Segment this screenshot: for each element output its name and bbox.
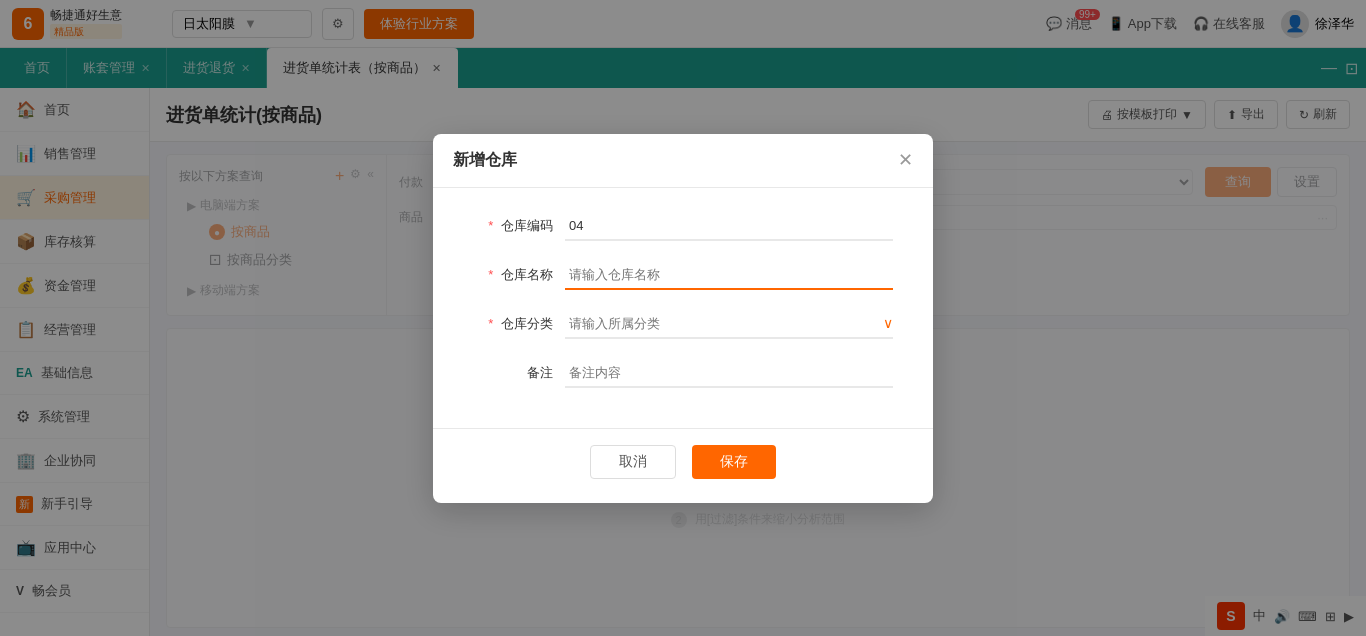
category-input[interactable] [565,310,883,337]
name-label: * 仓库名称 [473,266,553,284]
code-label: * 仓库编码 [473,217,553,235]
form-row-note: 备注 [473,359,893,388]
required-star-3: * [488,316,493,331]
new-warehouse-dialog: 新增仓库 ✕ * 仓库编码 * 仓库名称 [433,134,933,503]
cancel-button[interactable]: 取消 [590,445,676,479]
code-input[interactable] [565,212,893,241]
dialog-body: * 仓库编码 * 仓库名称 * 仓库分类 [433,188,933,424]
form-row-category: * 仓库分类 ∨ [473,310,893,339]
dialog-header: 新增仓库 ✕ [433,134,933,188]
dialog-title: 新增仓库 [453,150,517,171]
dialog-footer: 取消 保存 [433,428,933,503]
dialog-overlay: 新增仓库 ✕ * 仓库编码 * 仓库名称 [0,0,1366,636]
required-star: * [488,218,493,233]
note-label: 备注 [473,364,553,382]
category-select-wrap: ∨ [565,310,893,339]
category-label: * 仓库分类 [473,315,553,333]
save-button[interactable]: 保存 [692,445,776,479]
name-input[interactable] [565,261,893,290]
form-row-code: * 仓库编码 [473,212,893,241]
select-arrow-icon: ∨ [883,315,893,331]
note-input[interactable] [565,359,893,388]
dialog-close-button[interactable]: ✕ [898,151,913,169]
required-star-2: * [488,267,493,282]
form-row-name: * 仓库名称 [473,261,893,290]
